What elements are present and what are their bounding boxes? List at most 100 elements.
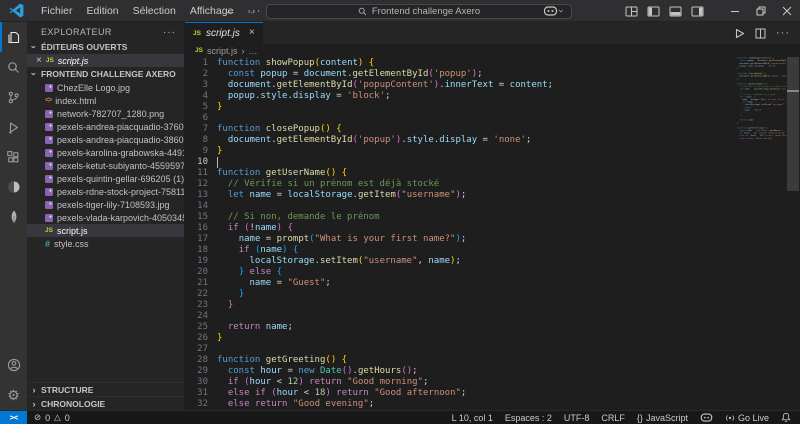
customize-layout-icon[interactable] (625, 6, 638, 17)
toggle-secondary-sidebar-icon[interactable] (691, 6, 704, 17)
account-icon[interactable] (0, 350, 27, 380)
restore-button[interactable] (748, 0, 774, 22)
code-line: if (!name) { (227, 223, 293, 233)
minimize-button[interactable] (722, 0, 748, 22)
open-editor-item[interactable]: × JS script.js (27, 54, 184, 67)
code-line: document.getElementById('popup').style.d… (227, 135, 532, 145)
file-row[interactable]: pexels-andrea-piacquadio-3760093.j... (27, 120, 184, 133)
status-encoding[interactable]: UTF-8 (564, 413, 590, 423)
code-line: } else { (238, 267, 283, 277)
file-label: pexels-vlada-karpovich-4050345.jpg (57, 212, 184, 223)
file-row[interactable]: pexels-andrea-piacquadio-3860775.j... (27, 133, 184, 146)
run-file-icon[interactable] (734, 28, 745, 39)
file-row[interactable]: pexels-ketut-subiyanto-4559597.jpg (27, 159, 184, 172)
close-window-button[interactable] (774, 0, 800, 22)
mongodb-leaf-icon[interactable] (0, 202, 27, 232)
close-editor-icon[interactable]: × (36, 55, 42, 66)
image-file-icon (45, 109, 53, 118)
file-row[interactable]: network-782707_1280.png (27, 107, 184, 120)
file-row[interactable]: # style.css (27, 237, 184, 250)
file-row[interactable]: pexels-karolina-grabowska-4491443.... (27, 146, 184, 159)
status-copilot-icon[interactable] (700, 413, 713, 423)
sidebar-title: EXPLORATEUR (41, 27, 112, 37)
problems-status[interactable]: ⊘ 0 △ 0 (27, 412, 70, 423)
run-debug-icon[interactable] (0, 112, 27, 142)
file-label: network-782707_1280.png (57, 108, 165, 119)
code-line: name = prompt("What is your first name?"… (238, 234, 467, 244)
code-line: // Vérifie si un prénom est déjà stocké (227, 179, 440, 189)
code-line: // Si non, demande le prénom (227, 212, 380, 222)
back-arrow-icon[interactable]: ← (220, 5, 241, 17)
editor-more-actions-icon[interactable]: ··· (776, 27, 790, 39)
code-area[interactable]: function showPopup(content) { const popu… (217, 57, 800, 410)
close-tab-icon[interactable]: × (249, 28, 255, 38)
file-row[interactable]: ChezElle Logo.jpg (27, 81, 184, 94)
minimap[interactable]: function showPopup(content) { const popu… (737, 57, 786, 410)
file-row[interactable]: pexels-vlada-karpovich-4050345.jpg (27, 211, 184, 224)
menu-edition[interactable]: Edition (80, 0, 126, 22)
copilot-menu[interactable]: › (543, 5, 567, 17)
chevron-down-icon: › (556, 9, 567, 13)
text-cursor (217, 157, 218, 168)
breadcrumb[interactable]: JS script.js › … (185, 44, 800, 57)
search-input[interactable]: Frontend challenge Axero (266, 3, 572, 19)
code-line: let name = localStorage.getItem("usernam… (227, 190, 467, 200)
remote-indicator[interactable]: >< (0, 410, 27, 424)
image-file-icon (45, 135, 53, 144)
status-indentation[interactable]: Espaces : 2 (505, 413, 552, 423)
chevron-right-icon: › (32, 398, 36, 409)
image-file-icon (45, 148, 53, 157)
extensions-icon[interactable] (0, 142, 27, 172)
editor-scrollbar[interactable] (786, 57, 800, 410)
image-file-icon (45, 200, 53, 209)
split-editor-icon[interactable] (755, 28, 766, 39)
code-line: else if (hour < 18) return "Good afterno… (227, 388, 467, 398)
sidebar-section-structure[interactable]: › STRUCTURE (27, 382, 184, 396)
source-control-icon[interactable] (0, 82, 27, 112)
status-language[interactable]: {} JavaScript (637, 413, 688, 423)
open-editors-section[interactable]: › ÉDITEURS OUVERTS (27, 40, 184, 54)
toggle-sidebar-icon[interactable] (647, 6, 660, 17)
sidebar-actions-icon[interactable]: ··· (163, 27, 176, 38)
menu-fichier[interactable]: Fichier (34, 0, 80, 22)
code-line: const popup = document.getElementById('p… (227, 69, 483, 79)
file-label: pexels-rdne-stock-project-758112.jpg (57, 186, 184, 197)
code-line: const hour = new Date().getHours(); (227, 366, 418, 376)
extension-circle-icon[interactable] (0, 172, 27, 202)
status-cursor-position[interactable]: L 10, col 1 (452, 413, 493, 423)
chevron-icon: › (29, 45, 39, 49)
explorer-icon[interactable] (0, 22, 27, 52)
braces-icon: {} (636, 412, 643, 423)
notifications-bell-icon[interactable] (781, 412, 791, 423)
scrollbar-slider[interactable] (787, 57, 799, 191)
file-row[interactable]: pexels-quintin-gellar-696205 (1).jpg (27, 172, 184, 185)
toggle-panel-icon[interactable] (669, 6, 682, 17)
code-line: } (217, 333, 223, 343)
status-go-live[interactable]: Go Live (725, 413, 769, 423)
status-eol[interactable]: CRLF (601, 413, 625, 423)
tab-script-js[interactable]: JS script.js × (185, 22, 263, 44)
warning-icon: △ (54, 412, 61, 422)
search-value: Frontend challenge Axero (371, 5, 481, 17)
file-row[interactable]: <> index.html (27, 94, 184, 107)
menu-selection[interactable]: Sélection (126, 0, 183, 22)
overview-cursor-marker (787, 90, 799, 92)
code-line: function closePopup() { (217, 124, 342, 134)
file-row[interactable]: pexels-rdne-stock-project-758112.jpg (27, 185, 184, 198)
file-row[interactable]: pexels-tiger-lily-7108593.jpg (27, 198, 184, 211)
file-label: pexels-andrea-piacquadio-3860775.j... (57, 134, 184, 145)
image-file-icon (45, 161, 53, 170)
error-icon: ⊘ (34, 412, 42, 422)
js-file-icon: JS (195, 47, 203, 54)
file-label: pexels-karolina-grabowska-4491443.... (57, 147, 184, 158)
forward-arrow-icon[interactable]: → (241, 5, 262, 17)
code-line: } (217, 146, 223, 156)
sidebar-section-chronologie[interactable]: › CHRONOLOGIE (27, 396, 184, 410)
image-file-icon (45, 122, 53, 131)
workspace-section[interactable]: › FRONTEND CHALLENGE AXERO (27, 67, 184, 81)
search-sidebar-icon[interactable] (0, 52, 27, 82)
file-row[interactable]: JS script.js (27, 224, 184, 237)
settings-gear-icon[interactable]: ⚙ (0, 380, 27, 410)
